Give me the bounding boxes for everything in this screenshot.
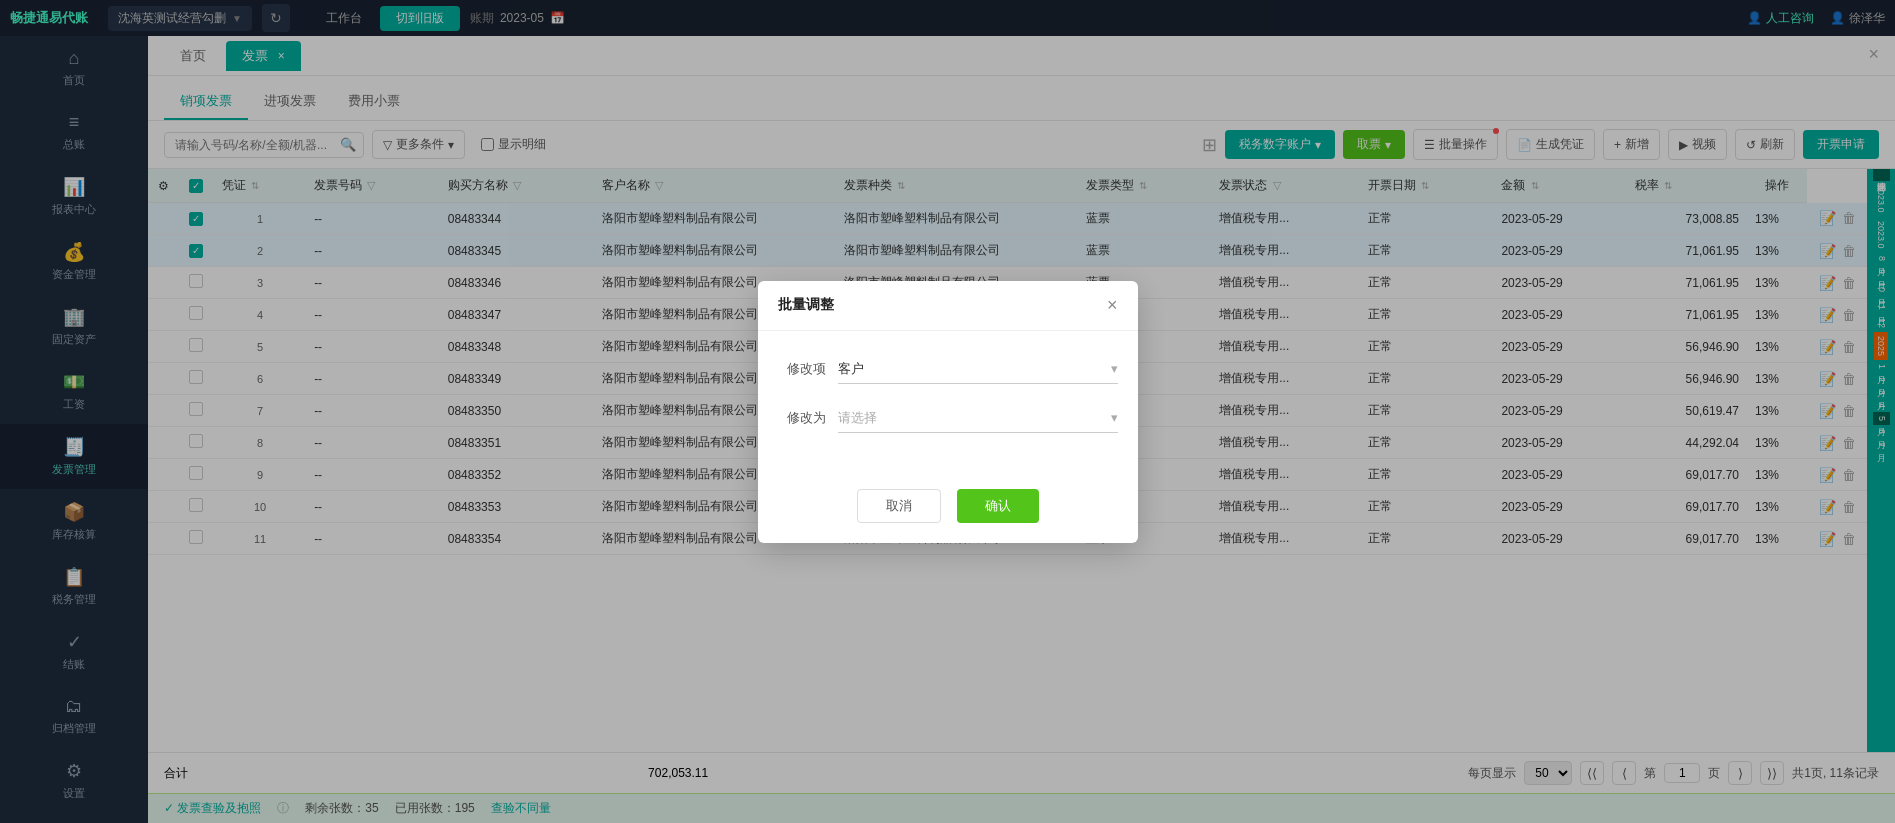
- modify-item-row: 修改项 客户 ▾: [778, 355, 1118, 384]
- cancel-button[interactable]: 取消: [857, 489, 941, 523]
- modify-to-placeholder: 请选择: [838, 409, 877, 427]
- modify-item-arrow-icon: ▾: [1111, 361, 1118, 376]
- modal-body: 修改项 客户 ▾ 修改为 请选择 ▾: [758, 331, 1138, 477]
- modify-to-arrow-icon: ▾: [1111, 410, 1118, 425]
- modify-item-select[interactable]: 客户 ▾: [838, 355, 1118, 384]
- confirm-button[interactable]: 确认: [957, 489, 1039, 523]
- batch-adjust-modal: 批量调整 × 修改项 客户 ▾ 修改为 请选择 ▾ 取消 确认: [758, 281, 1138, 543]
- modify-to-label: 修改为: [778, 409, 826, 427]
- modal-title: 批量调整: [778, 296, 834, 314]
- modal-close-button[interactable]: ×: [1107, 295, 1118, 316]
- modify-to-row: 修改为 请选择 ▾: [778, 404, 1118, 433]
- modify-item-value: 客户: [838, 360, 864, 378]
- modal-header: 批量调整 ×: [758, 281, 1138, 331]
- modify-item-label: 修改项: [778, 360, 826, 378]
- modal-overlay: 批量调整 × 修改项 客户 ▾ 修改为 请选择 ▾ 取消 确认: [0, 0, 1895, 823]
- modify-to-select[interactable]: 请选择 ▾: [838, 404, 1118, 433]
- modal-footer: 取消 确认: [758, 477, 1138, 543]
